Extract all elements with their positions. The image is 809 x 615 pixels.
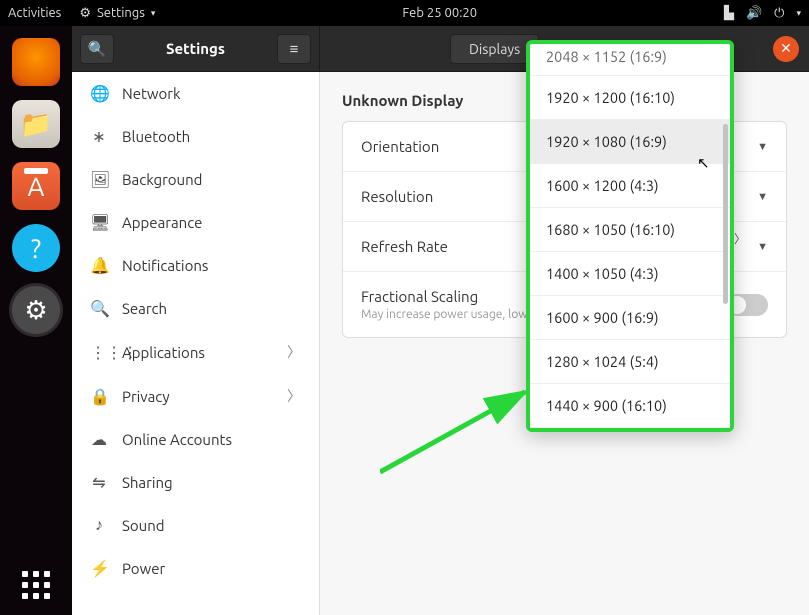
resolution-option[interactable]: 1600 × 900 (16:9) [530,296,730,340]
close-icon: ✕ [780,40,792,57]
dock-software[interactable]: A [12,162,60,210]
search-button[interactable]: 🔍 [80,34,114,64]
settings-sidebar[interactable]: 🌐 Network ∗ Bluetooth 🖼 Background 🖥 Appeara… [72,72,320,615]
sidebar-item-label: Power [122,560,165,577]
chevron-down-icon: ▾ [151,8,156,19]
resolution-option[interactable]: 1680 × 1050 (16:10) [530,208,730,252]
menu-icon: ≡ [290,40,299,58]
power-icon: ⚡ [90,559,108,578]
sidebar-item-search[interactable]: 🔍 Search [72,287,319,330]
sidebar-item-sharing[interactable]: ⇋ Sharing [72,461,319,504]
sidebar-item-privacy[interactable]: 🔒 Privacy 〉 [72,374,319,418]
power-icon[interactable]: ⏻ [774,6,784,21]
network-icon[interactable]: ▙ [724,6,734,21]
row-subtitle: May increase power usage, lowe [361,308,534,321]
dock: 📁 A ? ⚙ [0,26,72,615]
cloud-icon: ☁ [90,430,108,449]
chevron-down-icon: ▼ [757,191,768,203]
chevron-down-icon: ▾ [796,8,801,19]
monitor-icon: 🖥 [90,213,108,232]
share-icon: ⇋ [90,473,108,492]
sidebar-item-label: Sharing [122,474,173,491]
globe-icon: 🌐 [90,84,108,103]
resolution-option[interactable]: 1440 × 900 (16:10) [530,384,730,428]
chevron-down-icon: ▼ [757,241,768,253]
dock-files[interactable]: 📁 [12,100,60,148]
sidebar-item-bluetooth[interactable]: ∗ Bluetooth [72,115,319,158]
row-label: Orientation [361,138,439,155]
row-label: Fractional Scaling [361,288,534,305]
sidebar-item-power[interactable]: ⚡ Power [72,547,319,590]
sidebar-item-background[interactable]: 🖼 Background [72,158,319,201]
dock-firefox[interactable] [12,38,60,86]
sidebar-item-label: Bluetooth [122,128,190,145]
row-label: Refresh Rate [361,238,448,255]
row-label: Resolution [361,188,433,205]
note-icon: ♪ [90,516,108,535]
chevron-right-icon: 〉 [287,386,301,406]
gnome-top-bar: Activities ⚙ Settings ▾ Feb 25 00:20 ▙ 🔊… [0,0,809,26]
app-menu[interactable]: ⚙ Settings ▾ [79,6,155,21]
mouse-cursor: ↖ [697,154,710,172]
sidebar-item-network[interactable]: 🌐 Network [72,72,319,115]
sidebar-item-label: Applications [122,344,205,361]
dock-settings[interactable]: ⚙ [12,286,60,334]
gear-icon: ⚙ [79,6,91,21]
volume-icon[interactable]: 🔊 [746,6,762,21]
hamburger-button[interactable]: ≡ [277,34,311,64]
sidebar-item-online-accounts[interactable]: ☁ Online Accounts [72,418,319,461]
dock-help[interactable]: ? [12,224,60,272]
lock-icon: 🔒 [90,387,108,406]
sidebar-item-applications[interactable]: ⋮⋮⋮ Applications 〉 [72,330,319,374]
window-title: Settings [120,40,271,57]
grid-icon: ⋮⋮⋮ [90,343,108,362]
resolution-option[interactable]: 1400 × 1050 (4:3) [530,252,730,296]
resolution-option[interactable]: 1920 × 1200 (16:10) [530,76,730,120]
sidebar-item-label: Privacy [122,388,170,405]
chevron-right-icon: 〉 [734,230,746,247]
sidebar-item-label: Sound [122,517,165,534]
resolution-option[interactable]: 1280 × 1024 (5:4) [530,340,730,384]
chevron-down-icon: ▼ [757,141,768,153]
activities-button[interactable]: Activities [8,6,61,20]
sidebar-item-notifications[interactable]: 🔔 Notifications [72,244,319,287]
sidebar-item-sound[interactable]: ♪ Sound [72,504,319,547]
search-icon: 🔍 [88,40,107,58]
sidebar-item-label: Background [122,171,202,188]
dock-show-apps[interactable] [22,571,50,599]
bluetooth-icon: ∗ [90,127,108,146]
resolution-option[interactable]: 2048 × 1152 (16:9) [530,44,730,76]
sidebar-item-label: Search [122,300,167,317]
bell-icon: 🔔 [90,256,108,275]
search-icon: 🔍 [90,299,108,318]
sidebar-item-label: Online Accounts [122,431,232,448]
sidebar-item-label: Appearance [122,214,202,231]
resolution-dropdown[interactable]: 2048 × 1152 (16:9) 1920 × 1200 (16:10) 1… [526,40,734,432]
chevron-right-icon: 〉 [287,342,301,362]
close-button[interactable]: ✕ [773,36,799,62]
sidebar-item-label: Network [122,85,181,102]
clock[interactable]: Feb 25 00:20 [402,6,477,20]
sidebar-item-appearance[interactable]: 🖥 Appearance [72,201,319,244]
sidebar-item-label: Notifications [122,257,208,274]
scrollbar[interactable] [723,124,728,304]
picture-icon: 🖼 [90,170,108,189]
